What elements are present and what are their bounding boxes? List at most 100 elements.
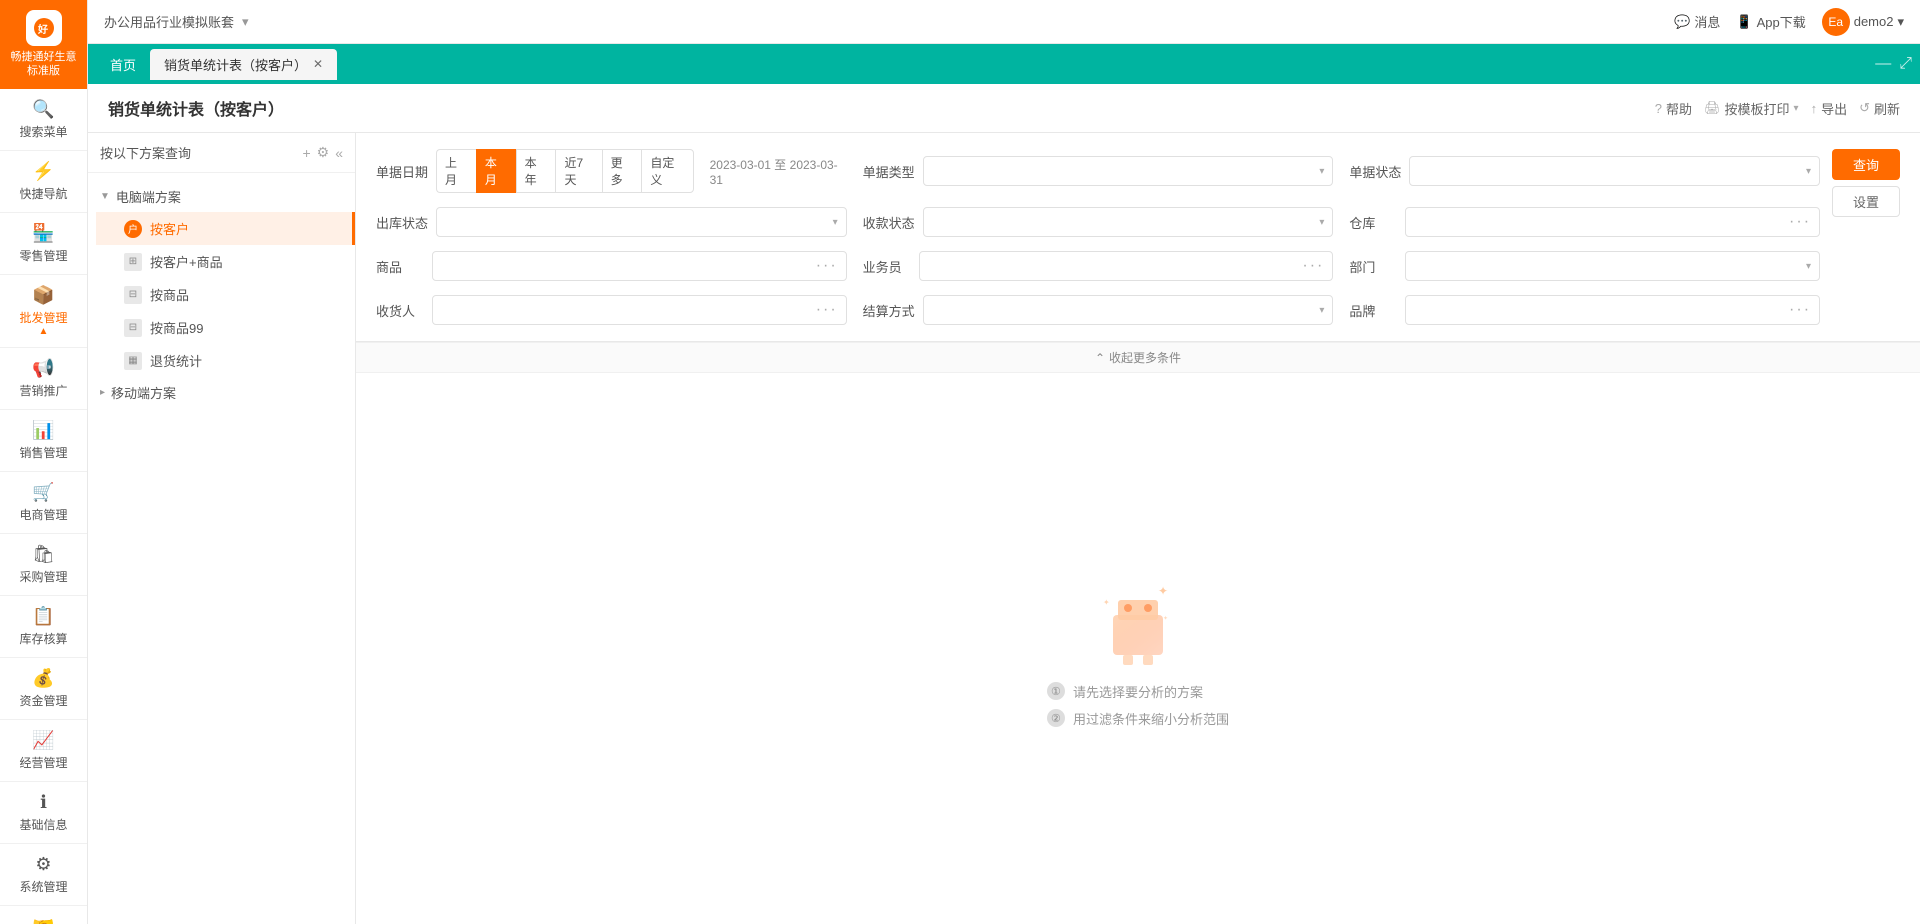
filter-row-1: 单据日期 上月 本月 本年 近7天 更多 自定义 [376,149,1820,193]
sidebar-item-operations[interactable]: 📈 经营管理 [0,720,87,782]
out-status-caret: ▾ [833,217,838,228]
tree-item-return-stats[interactable]: ▦ 退货统计 [96,344,355,377]
app-download-btn[interactable]: 📱 App下载 [1736,12,1805,31]
desktop-group-arrow: ▼ [100,191,110,202]
panel-collapse-btn[interactable]: « [335,145,343,161]
tree-section: ▼ 电脑端方案 户 按客户 ⊞ 按客户+商品 ⊟ [88,173,355,416]
sidebar-item-retail[interactable]: 🏪 零售管理 [0,213,87,275]
department-input[interactable]: ▾ [1405,251,1820,281]
desktop-group-items: 户 按客户 ⊞ 按客户+商品 ⊟ 按商品 ⊟ 按 [88,212,355,377]
date-tab-last-month[interactable]: 上月 [436,149,476,193]
collapse-label: 收起更多条件 [1109,349,1181,366]
panel-add-btn[interactable]: + [302,145,310,161]
help-btn[interactable]: ? 帮助 [1655,99,1692,118]
date-tab-this-year[interactable]: 本年 [516,149,556,193]
consignee-dots: ··· [816,301,838,319]
consignee-label: 收货人 [376,301,424,320]
collapse-bar[interactable]: ⌃ 收起更多条件 [356,342,1920,373]
settlement-input[interactable]: ▾ [923,295,1334,325]
out-status-input[interactable]: ▾ [436,207,847,237]
sidebar-item-purchase[interactable]: 🛍 采购管理 [0,534,87,596]
avatar: Ea [1822,8,1850,36]
page-header: 销货单统计表（按客户） ? 帮助 🖨 按模板打印 ▾ ↑ 导出 ↺ 刷新 [88,84,1920,133]
svg-text:✦: ✦ [1163,615,1168,622]
filter-row-3: 商品 ··· 业务员 ··· [376,251,1820,281]
sidebar-item-enterprise[interactable]: 🤝 企业协同 [0,906,87,924]
sidebar-item-ecommerce[interactable]: 🛒 电商管理 [0,472,87,534]
page-title: 销货单统计表（按客户） [108,96,284,120]
industry-selector[interactable]: 办公用品行业模拟账套 [104,12,234,31]
sidebar-item-marketing[interactable]: 📢 营销推广 [0,348,87,410]
filter-brand-field: 品牌 ··· [1349,295,1820,325]
mobile-group-arrow: ▸ [100,387,105,398]
main-wrapper: 办公用品行业模拟账套 ▾ 💬 消息 📱 App下载 Ea demo2 ▾ 首页 … [88,0,1920,924]
tree-group-desktop[interactable]: ▼ 电脑端方案 [88,181,355,212]
panel-settings-btn[interactable]: ⚙ [317,144,330,161]
user-menu[interactable]: Ea demo2 ▾ [1822,8,1904,36]
date-label: 单据日期 [376,162,428,181]
return-stats-icon: ▦ [124,352,142,370]
template-print-btn[interactable]: 🖨 按模板打印 ▾ [1704,99,1799,118]
svg-text:✦: ✦ [1103,598,1110,607]
by-customer-product-icon: ⊞ [124,253,142,271]
tree-group-mobile[interactable]: ▸ 移动端方案 [88,377,355,408]
export-icon: ↑ [1811,101,1818,116]
sidebar-item-finance[interactable]: 💰 资金管理 [0,658,87,720]
message-btn[interactable]: 💬 消息 [1674,12,1720,31]
filter-warehouse-field: 仓库 ··· [1349,207,1820,237]
tab-home[interactable]: 首页 [96,49,150,80]
sidebar-item-basics[interactable]: ℹ 基础信息 [0,782,87,844]
filter-section: 单据日期 上月 本月 本年 近7天 更多 自定义 [356,133,1920,342]
logo-text: 畅捷通好生意 标准版 [11,50,77,79]
search-menu-icon: 🔍 [32,99,54,120]
tree-item-by-customer-product[interactable]: ⊞ 按客户+商品 [96,245,355,278]
industry-dropdown-icon[interactable]: ▾ [242,14,249,30]
tab-close-icon[interactable]: ✕ [313,57,323,71]
tab-sales-report[interactable]: 销货单统计表（按客户） ✕ [150,49,337,80]
tip-2-num: ② [1047,709,1065,727]
doc-type-input[interactable]: ▾ [923,156,1334,186]
sidebar-item-sales[interactable]: 📊 销售管理 [0,410,87,472]
sidebar-item-inventory[interactable]: 📋 库存核算 [0,596,87,658]
date-tab-last-7[interactable]: 近7天 [555,149,601,193]
refresh-btn[interactable]: ↺ 刷新 [1859,99,1900,118]
filter-product-field: 商品 ··· [376,251,847,281]
sidebar-item-search-menu[interactable]: 🔍 搜索菜单 [0,89,87,151]
product-input[interactable]: ··· [432,251,847,281]
tree-item-by-product[interactable]: ⊟ 按商品 [96,278,355,311]
refresh-icon: ↺ [1859,100,1870,116]
brand-input[interactable]: ··· [1405,295,1820,325]
consignee-input[interactable]: ··· [432,295,847,325]
warehouse-input[interactable]: ··· [1405,207,1820,237]
sales-report-tab-label: 销货单统计表（按客户） [164,55,307,74]
system-icon: ⚙ [35,854,51,875]
warehouse-label: 仓库 [1349,213,1397,232]
date-tab-this-month[interactable]: 本月 [476,149,516,193]
filter-date-field: 单据日期 上月 本月 本年 近7天 更多 自定义 [376,149,847,193]
date-range-display: 2023-03-01 至 2023-03-31 [710,156,847,187]
tab-maximize-btn[interactable]: ⤢ [1899,55,1912,73]
product-label: 商品 [376,257,424,276]
sidebar-item-quick-nav[interactable]: ⚡ 快捷导航 [0,151,87,213]
tab-minimize-btn[interactable]: — [1875,55,1891,73]
svg-text:✦: ✦ [1158,584,1168,598]
tree-item-by-customer[interactable]: 户 按客户 [96,212,355,245]
header-left: 办公用品行业模拟账套 ▾ [104,12,249,31]
logo-icon: 好 [26,10,62,46]
sidebar-item-system[interactable]: ⚙ 系统管理 [0,844,87,906]
date-tab-custom[interactable]: 自定义 [641,149,693,193]
export-btn[interactable]: ↑ 导出 [1811,99,1848,118]
body-section: 按以下方案查询 + ⚙ « ▼ 电脑端方案 户 [88,133,1920,924]
app-logo: 好 畅捷通好生意 标准版 [0,0,88,89]
tree-item-by-product-99[interactable]: ⊟ 按商品99 [96,311,355,344]
empty-state: ✦ ✦ ✦ ① 请先选择要分析的方案 ② 用过滤条件来缩小分析范围 [356,373,1920,924]
query-button[interactable]: 查询 [1832,149,1900,180]
sidebar-item-wholesale[interactable]: 📦 批发管理 ▲ [0,275,87,348]
by-product-icon: ⊟ [124,286,142,304]
quick-nav-icon: ⚡ [32,161,54,182]
date-tab-more[interactable]: 更多 [602,149,642,193]
salesperson-input[interactable]: ··· [919,251,1334,281]
setting-button[interactable]: 设置 [1832,186,1900,217]
doc-status-input[interactable]: ▾ [1409,156,1820,186]
pay-status-input[interactable]: ▾ [923,207,1334,237]
